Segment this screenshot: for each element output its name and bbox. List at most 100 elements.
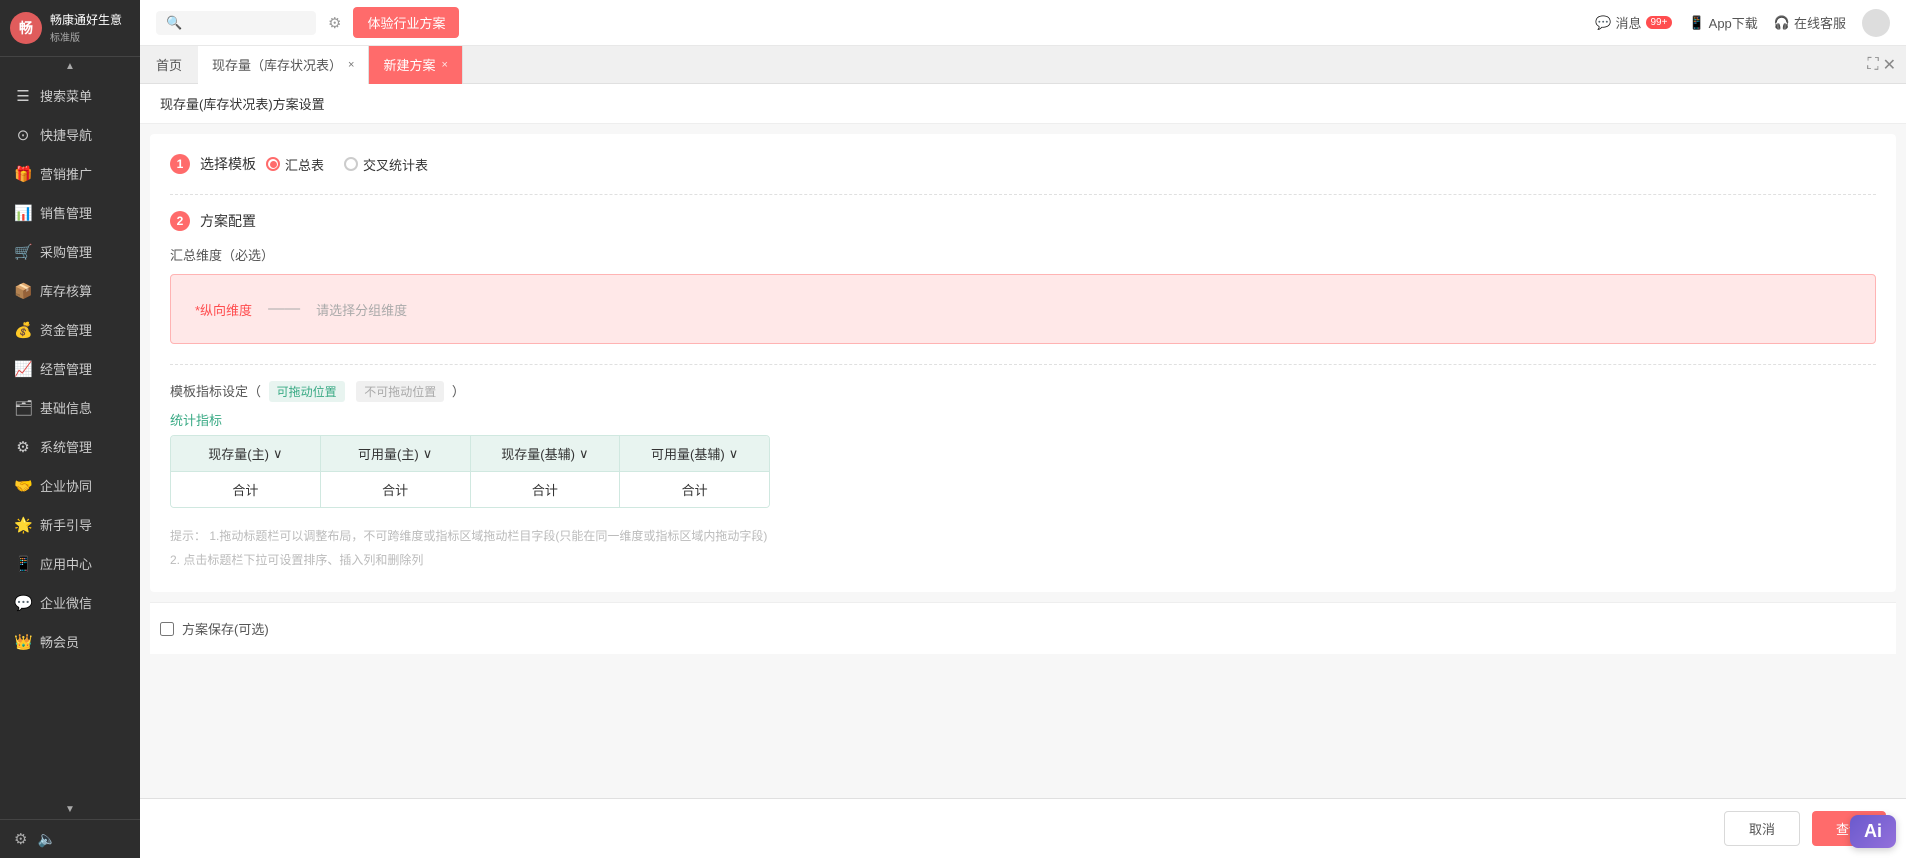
dimension-required-label: 汇总维度（必选）	[170, 245, 1876, 264]
message-button[interactable]: 💬 消息 99+	[1595, 13, 1672, 32]
tab-inventory[interactable]: 现存量（库存状况表） ×	[198, 46, 369, 84]
headset-icon: 🎧	[1774, 15, 1790, 31]
sidebar-item-marketing[interactable]: 🎁 营销推广	[0, 154, 140, 193]
indicator-setting-label: 模板指标设定（ 可拖动位置 不可拖动位置 ）	[170, 381, 1876, 402]
sidebar-item-inventory[interactable]: 📦 库存核算	[0, 271, 140, 310]
tab-new-plan[interactable]: 新建方案 ×	[369, 46, 462, 84]
sidebar-item-wechat[interactable]: 💬 企业微信	[0, 583, 140, 622]
tip-0: 提示： 1.拖动标题栏可以调整布局，不可跨维度或指标区域拖动栏目字段(只能在同一…	[170, 524, 1876, 548]
sidebar-item-label: 资金管理	[40, 320, 92, 339]
sidebar-item-label: 企业协同	[40, 476, 92, 495]
sidebar-item-purchase[interactable]: 🛒 采购管理	[0, 232, 140, 271]
sidebar-item-basic-info[interactable]: 🗂 基础信息	[0, 388, 140, 427]
col-header-2[interactable]: 现存量(基辅) ∨	[471, 436, 621, 471]
sidebar-item-collab[interactable]: 🤝 企业协同	[0, 466, 140, 505]
content-area: 现存量(库存状况表)方案设置 1 选择模板 汇总表	[140, 84, 1906, 798]
tab-close-button[interactable]: ✕	[1883, 55, 1896, 75]
ai-badge[interactable]: Ai	[1850, 815, 1896, 848]
tab-new-plan-close-icon[interactable]: ×	[441, 59, 447, 71]
col-header-3-label: 可用量(基辅)	[651, 444, 725, 463]
sidebar-item-label: 营销推广	[40, 164, 92, 183]
col-header-1[interactable]: 可用量(主) ∨	[321, 436, 471, 471]
gear-icon[interactable]: ⚙	[328, 14, 341, 32]
user-avatar[interactable]	[1862, 9, 1890, 37]
col-header-3[interactable]: 可用量(基辅) ∨	[620, 436, 769, 471]
system-icon: ⚙	[14, 438, 32, 456]
settings-footer-icon[interactable]: ⚙	[14, 830, 27, 848]
operations-icon: 📈	[14, 360, 32, 378]
app-edition: 标准版	[50, 29, 122, 44]
sidebar-item-label: 销售管理	[40, 203, 92, 222]
sidebar-item-guide[interactable]: 🌟 新手引导	[0, 505, 140, 544]
cancel-button[interactable]: 取消	[1724, 811, 1800, 846]
sidebar-item-search[interactable]: ☰ 搜索菜单	[0, 76, 140, 115]
sidebar-item-member[interactable]: 👑 畅会员	[0, 622, 140, 661]
tab-inventory-close-icon[interactable]: ×	[348, 59, 354, 71]
search-bar[interactable]: 🔍	[156, 11, 316, 35]
marketing-icon: 🎁	[14, 165, 32, 183]
main-wrapper: 🔍 ⚙ 体验行业方案 💬 消息 99+ 📱 App下载 🎧 在线客服	[140, 0, 1906, 858]
guide-icon: 🌟	[14, 516, 32, 534]
tab-collapse-button[interactable]: ⛶	[1867, 56, 1878, 74]
radio-cross[interactable]: 交叉统计表	[344, 155, 428, 174]
online-service-button[interactable]: 🎧 在线客服	[1774, 13, 1846, 32]
draggable-badge: 可拖动位置	[269, 381, 345, 402]
plan-save-row: 方案保存(可选)	[150, 602, 1896, 654]
sidebar-item-quicknav[interactable]: ⊙ 快捷导航	[0, 115, 140, 154]
volume-footer-icon[interactable]: 🔈	[37, 830, 56, 848]
app-download-button[interactable]: 📱 App下载	[1688, 13, 1757, 32]
search-input[interactable]	[188, 16, 306, 30]
col-header-0[interactable]: 现存量(主) ∨	[171, 436, 321, 471]
purchase-icon: 🛒	[14, 243, 32, 261]
non-draggable-badge: 不可拖动位置	[356, 381, 444, 402]
step1-title: 选择模板	[200, 154, 256, 174]
sidebar-item-label: 应用中心	[40, 554, 92, 573]
sidebar-item-system[interactable]: ⚙ 系统管理	[0, 427, 140, 466]
sidebar-item-appstore[interactable]: 📱 应用中心	[0, 544, 140, 583]
tip-1-text: 2. 点击标题栏下拉可设置排序、插入列和删除列	[170, 553, 423, 567]
plan-container: 1 选择模板 汇总表 交叉统计表	[150, 134, 1896, 592]
step1-header: 1 选择模板 汇总表 交叉统计表	[170, 154, 1876, 174]
page-title: 现存量(库存状况表)方案设置	[160, 97, 325, 112]
sidebar-logo: 畅 畅康通好生意 标准版	[0, 0, 140, 57]
sidebar-item-label: 快捷导航	[40, 125, 92, 144]
radio-summary-circle	[266, 157, 280, 171]
step1-section: 1 选择模板 汇总表 交叉统计表	[170, 154, 1876, 174]
tab-inventory-label: 现存量（库存状况表）	[212, 55, 342, 74]
phone-icon: 📱	[1688, 15, 1704, 31]
quicknav-icon: ⊙	[14, 126, 32, 144]
cell-0-3: 合计	[620, 471, 769, 507]
sidebar-item-sales[interactable]: 📊 销售管理	[0, 193, 140, 232]
message-badge: 99+	[1646, 16, 1673, 29]
step2-section: 2 方案配置 汇总维度（必选） *纵向维度 —— 请选择分组维度	[170, 211, 1876, 344]
radio-summary-dot	[270, 161, 277, 168]
sidebar-item-label: 系统管理	[40, 437, 92, 456]
col-header-0-label: 现存量(主)	[208, 444, 269, 463]
tab-home[interactable]: 首页	[140, 47, 198, 82]
sidebar-footer: ⚙ 🔈	[0, 819, 140, 858]
sidebar-scroll-up[interactable]: ▲	[0, 57, 140, 76]
sidebar-item-operations[interactable]: 📈 经营管理	[0, 349, 140, 388]
inventory-icon: 📦	[14, 282, 32, 300]
sidebar-item-finance[interactable]: 💰 资金管理	[0, 310, 140, 349]
radio-summary-label: 汇总表	[285, 155, 324, 174]
radio-summary[interactable]: 汇总表	[266, 155, 324, 174]
sidebar-item-label: 畅会员	[40, 632, 79, 651]
col-header-1-label: 可用量(主)	[358, 444, 419, 463]
trial-button[interactable]: 体验行业方案	[353, 7, 459, 38]
cell-0-1: 合计	[321, 471, 471, 507]
radio-cross-circle	[344, 157, 358, 171]
vertical-dimension-label: *纵向维度	[195, 300, 252, 319]
plan-save-checkbox[interactable]	[160, 622, 174, 636]
divider-1	[170, 194, 1876, 195]
sidebar-item-label: 新手引导	[40, 515, 92, 534]
stats-table-header: 现存量(主) ∨ 可用量(主) ∨ 现存量(基辅) ∨ 可用量(基辅)	[171, 436, 769, 471]
tab-bar-actions: ⛶ ✕	[1867, 55, 1906, 75]
app-download-label: App下载	[1709, 13, 1758, 32]
plan-save-label: 方案保存(可选)	[182, 619, 269, 638]
dimension-box[interactable]: *纵向维度 —— 请选择分组维度	[170, 274, 1876, 344]
step2-title: 方案配置	[200, 211, 256, 231]
template-radio-group: 汇总表 交叉统计表	[266, 155, 428, 174]
member-icon: 👑	[14, 633, 32, 651]
sidebar-scroll-down[interactable]: ▼	[0, 800, 140, 819]
